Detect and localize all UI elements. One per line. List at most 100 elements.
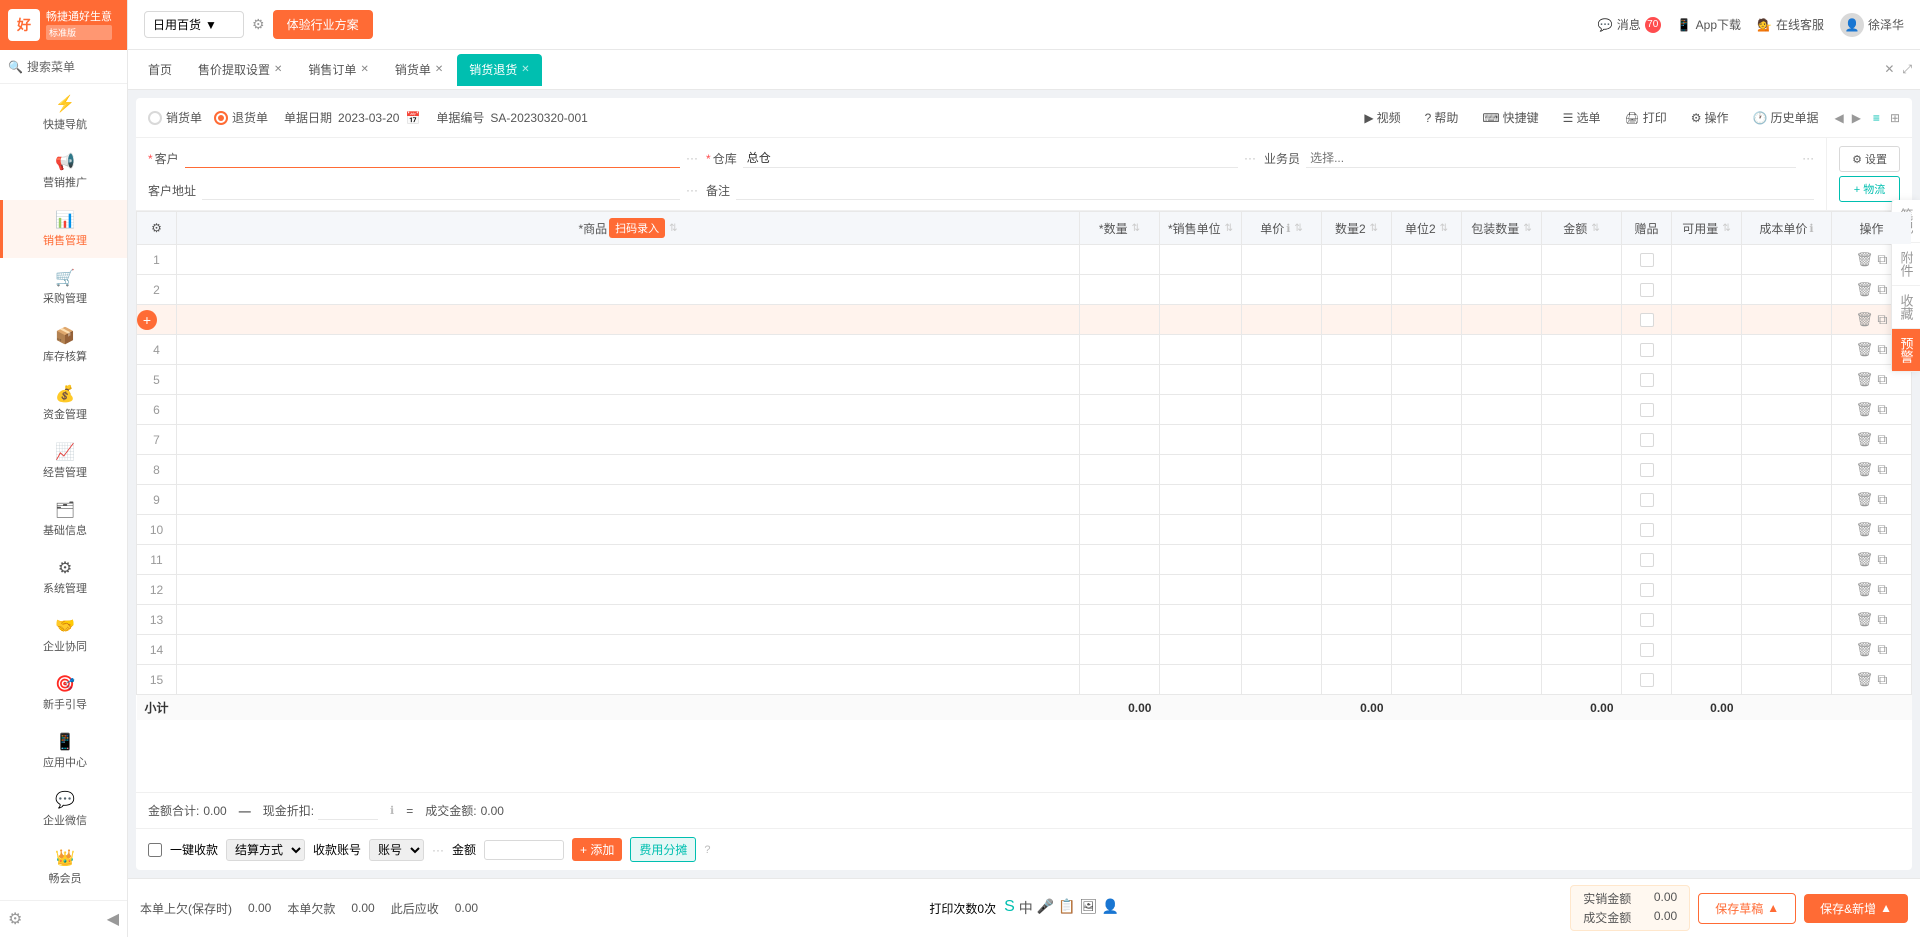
delete-row-button-1[interactable]: 🗑 [1856,251,1874,268]
cell-qty2-9[interactable] [1322,485,1392,515]
cost-input-9[interactable] [1742,485,1831,514]
unit2-input-7[interactable] [1392,425,1461,454]
unit-input-9[interactable] [1160,485,1241,514]
unit-input-1[interactable] [1160,245,1241,274]
qty-input-4[interactable] [1080,335,1159,364]
gift-checkbox-7[interactable] [1640,433,1654,447]
scan-input-label[interactable]: 扫码录入 [609,218,665,238]
cell-gift-6[interactable] [1622,395,1672,425]
pkg-input-12[interactable] [1462,575,1541,604]
price-input-11[interactable] [1242,545,1321,574]
cell-pkg-3[interactable] [1462,305,1542,335]
price-sort-icon[interactable]: ⇅ [1294,223,1302,234]
price-input-10[interactable] [1242,515,1321,544]
price-input-8[interactable] [1242,455,1321,484]
bottom-icon-6[interactable]: 👤 [1101,898,1118,918]
save-new-button[interactable]: 保存&新增 ▲ [1804,894,1908,923]
qty-input-3[interactable] [1080,305,1159,334]
price-info-icon[interactable]: ℹ [1286,222,1290,235]
unit2-input-10[interactable] [1392,515,1461,544]
cell-amount-7[interactable] [1542,425,1622,455]
unit-input-11[interactable] [1160,545,1241,574]
expense-split-button[interactable]: 费用分摊 [630,837,696,862]
price-input-7[interactable] [1242,425,1321,454]
cell-gift-12[interactable] [1622,575,1672,605]
gift-checkbox-10[interactable] [1640,523,1654,537]
amount-input-14[interactable] [1542,635,1621,664]
sidebar-item-appcenter[interactable]: 📱 应用中心 [0,722,127,780]
qty2-input-15[interactable] [1322,665,1391,694]
cell-unit-4[interactable] [1159,335,1241,365]
cell-gift-8[interactable] [1622,455,1672,485]
amount-input-4[interactable] [1542,335,1621,364]
unit-input-2[interactable] [1160,275,1241,304]
cell-unit2-1[interactable] [1392,245,1462,275]
message-action[interactable]: 💬 消息 70 [1598,16,1661,33]
bottom-icon-1[interactable]: S [1004,898,1015,918]
panel-alerts-btn[interactable]: 预警 [1892,329,1920,372]
cell-unit2-5[interactable] [1392,365,1462,395]
tab-sale-return[interactable]: 销货退货 ✕ [457,54,541,86]
cell-product-2[interactable] [177,275,1080,305]
expense-info-icon[interactable]: ? [704,844,710,856]
qty2-input-8[interactable] [1322,455,1391,484]
cell-unit2-8[interactable] [1392,455,1462,485]
cell-product-13[interactable] [177,605,1080,635]
calc-method-select[interactable]: 结算方式 [226,839,305,861]
cost-input-10[interactable] [1742,515,1831,544]
unit2-sort-icon[interactable]: ⇅ [1440,223,1448,234]
pkg-input-1[interactable] [1462,245,1541,274]
maximize-icon[interactable]: ⤢ [1902,62,1912,77]
available-input-14[interactable] [1672,635,1741,664]
cell-product-15[interactable] [177,665,1080,695]
cell-qty-4[interactable] [1079,335,1159,365]
available-input-9[interactable] [1672,485,1741,514]
qty-input-10[interactable] [1080,515,1159,544]
delete-row-button-7[interactable]: 🗑 [1856,431,1874,448]
toolbar-select[interactable]: ☰ 选单 [1555,106,1609,129]
available-input-11[interactable] [1672,545,1741,574]
close-tab-icon[interactable]: ✕ [1884,62,1894,77]
product-input-2[interactable] [177,275,1079,304]
cost-input-4[interactable] [1742,335,1831,364]
cell-product-8[interactable] [177,455,1080,485]
qty-input-8[interactable] [1080,455,1159,484]
delete-row-button-11[interactable]: 🗑 [1856,551,1874,568]
account-select[interactable]: 账号 [369,839,424,861]
cost-info-icon[interactable]: ℹ [1809,222,1813,235]
amount-input-2[interactable] [1542,275,1621,304]
cell-qty-3[interactable] [1079,305,1159,335]
cost-input-7[interactable] [1742,425,1831,454]
header-settings-icon[interactable]: ⚙ [252,16,265,33]
qty-sort-icon[interactable]: ⇅ [1132,223,1140,234]
gift-checkbox-12[interactable] [1640,583,1654,597]
cell-amount-5[interactable] [1542,365,1622,395]
gift-checkbox-13[interactable] [1640,613,1654,627]
amount-input-10[interactable] [1542,515,1621,544]
sidebar-item-cooperation[interactable]: 🤝 企业协同 [0,606,127,664]
pkg-input-10[interactable] [1462,515,1541,544]
available-input-8[interactable] [1672,455,1741,484]
product-input-11[interactable] [177,545,1079,574]
cell-unit-2[interactable] [1159,275,1241,305]
nav-prev-icon[interactable]: ◀ [1834,111,1843,125]
qty-input-11[interactable] [1080,545,1159,574]
unit2-input-3[interactable] [1392,305,1461,334]
qty2-input-5[interactable] [1322,365,1391,394]
qty-input-12[interactable] [1080,575,1159,604]
cell-qty2-14[interactable] [1322,635,1392,665]
qty2-input-11[interactable] [1322,545,1391,574]
cell-gift-5[interactable] [1622,365,1672,395]
cell-qty2-10[interactable] [1322,515,1392,545]
cell-pkg-1[interactable] [1462,245,1542,275]
cell-qty2-5[interactable] [1322,365,1392,395]
cell-unit2-10[interactable] [1392,515,1462,545]
cell-amount-14[interactable] [1542,635,1622,665]
unit2-input-1[interactable] [1392,245,1461,274]
cell-qty2-15[interactable] [1322,665,1392,695]
sidebar-item-guide[interactable]: 🎯 新手引导 [0,664,127,722]
product-input-10[interactable] [177,515,1079,544]
bottom-icon-3[interactable]: 🎤 [1037,898,1054,918]
copy-row-button-10[interactable]: ⧉ [1877,521,1887,538]
warehouse-input[interactable] [743,149,1238,168]
